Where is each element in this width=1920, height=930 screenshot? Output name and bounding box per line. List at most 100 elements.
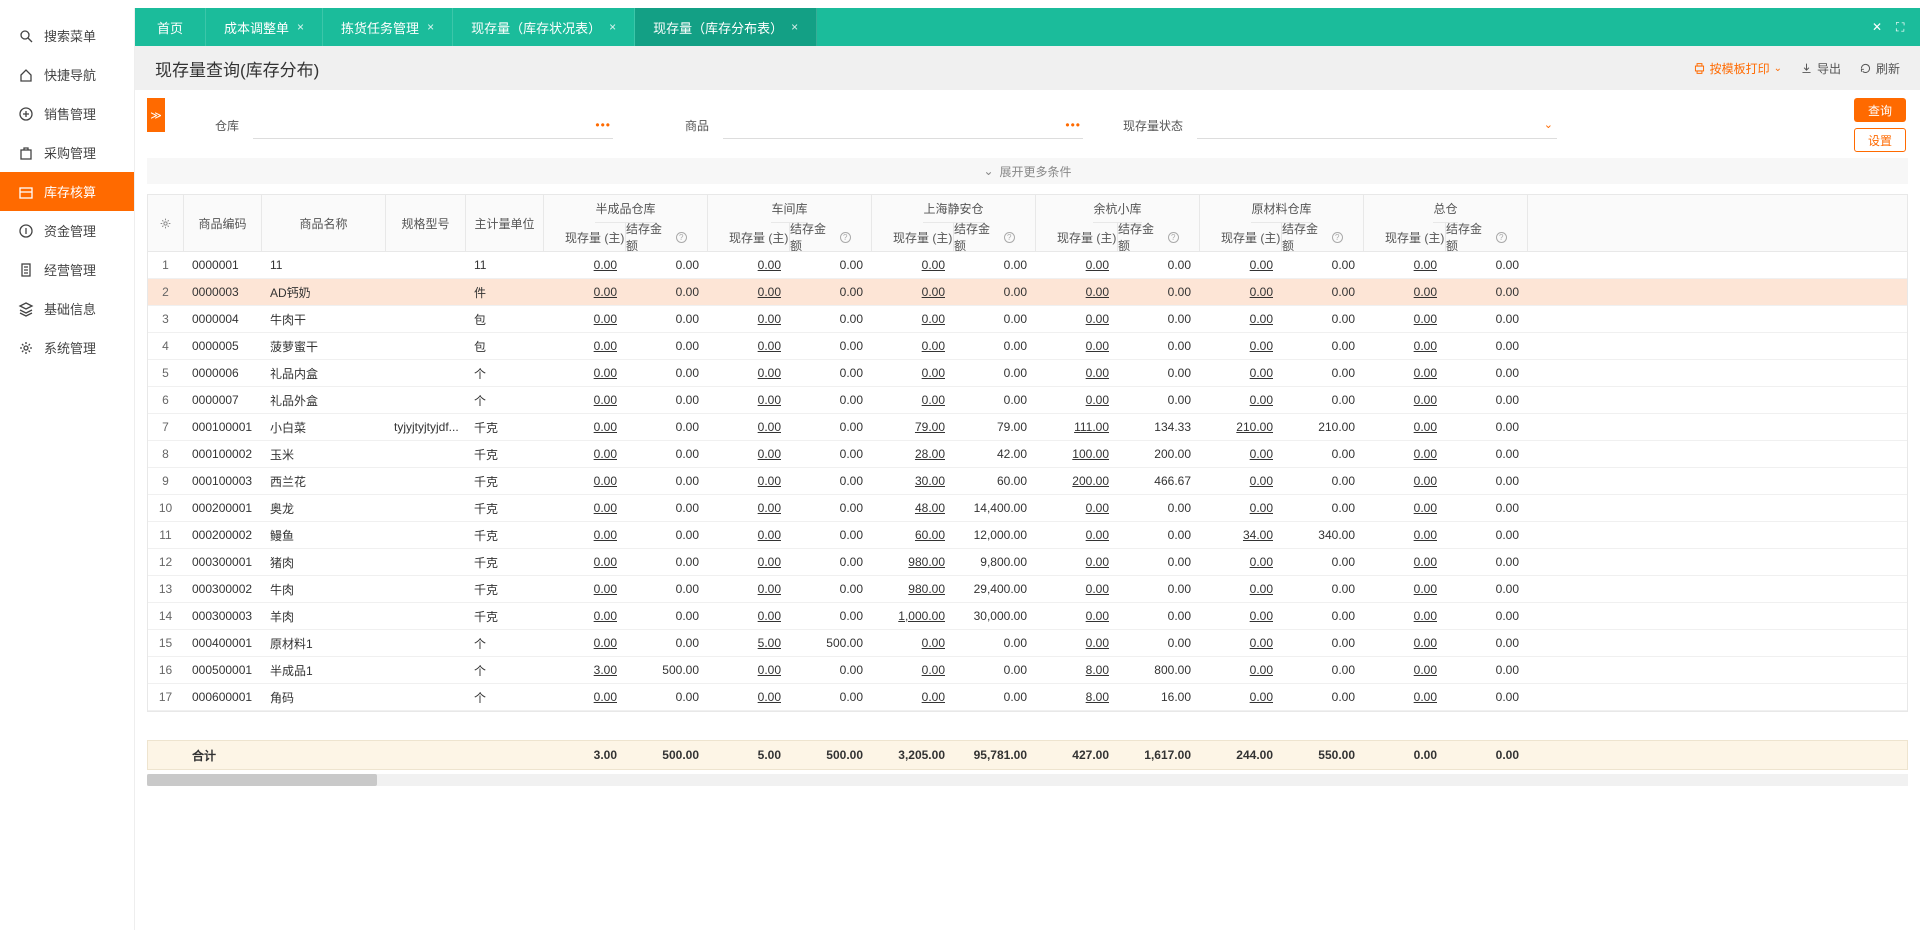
table-row[interactable]: 9000100003西兰花千克0.000.000.000.0030.0060.0… [148,468,1907,495]
cell-value[interactable]: 0.00 [544,630,626,656]
cell-value[interactable]: 0.00 [544,414,626,440]
settings-button[interactable]: 设置 [1854,128,1906,152]
cell-value[interactable]: 0.00 [872,657,954,683]
cell-value[interactable]: 0.00 [1364,360,1446,386]
table-row[interactable]: 60000007礼品外盒个0.000.000.000.000.000.000.0… [148,387,1907,414]
col-header-qty[interactable]: 现存量 (主) [1056,223,1118,251]
col-header-qty[interactable]: 现存量 (主) [1220,223,1282,251]
cell-value[interactable]: 0.00 [872,306,954,332]
tab-0[interactable]: 首页 [135,8,206,46]
cell-value[interactable]: 0.00 [544,441,626,467]
table-row[interactable]: 15000400001原材料1个0.000.005.00500.000.000.… [148,630,1907,657]
cell-value[interactable]: 0.00 [544,387,626,413]
cell-value[interactable]: 0.00 [1036,603,1118,629]
cell-value[interactable]: 0.00 [708,549,790,575]
cell-value[interactable]: 0.00 [544,360,626,386]
cell-value[interactable]: 0.00 [544,684,626,710]
tab-3[interactable]: 现存量（库存状况表）× [453,8,635,46]
cell-value[interactable]: 0.00 [544,279,626,305]
table-row[interactable]: 30000004牛肉干包0.000.000.000.000.000.000.00… [148,306,1907,333]
cell-value[interactable]: 0.00 [872,333,954,359]
col-header-code[interactable]: 商品编码 [184,195,262,251]
cell-value[interactable]: 100.00 [1036,441,1118,467]
table-row[interactable]: 20000003AD钙奶件0.000.000.000.000.000.000.0… [148,279,1907,306]
cell-value[interactable]: 3.00 [544,657,626,683]
cell-value[interactable]: 0.00 [1364,549,1446,575]
cell-value[interactable]: 0.00 [1036,360,1118,386]
cell-value[interactable]: 0.00 [1200,549,1282,575]
warehouse-input[interactable]: ••• [253,111,613,139]
table-row[interactable]: 17000600001角码个0.000.000.000.000.000.008.… [148,684,1907,711]
print-template-button[interactable]: 按模板打印 ⌄ [1693,60,1782,77]
cell-value[interactable]: 0.00 [1200,360,1282,386]
col-header-amt[interactable]: 结存金额? [1118,223,1179,251]
cell-value[interactable]: 0.00 [708,603,790,629]
cell-value[interactable]: 0.00 [1200,630,1282,656]
sidebar-item-3[interactable]: 采购管理 [0,133,134,172]
cell-value[interactable]: 0.00 [708,387,790,413]
cell-value[interactable]: 0.00 [1364,441,1446,467]
info-icon[interactable]: ? [676,232,687,243]
sidebar-item-2[interactable]: 销售管理 [0,94,134,133]
cell-value[interactable]: 0.00 [544,549,626,575]
cell-value[interactable]: 0.00 [708,495,790,521]
close-icon[interactable]: × [297,20,304,34]
table-row[interactable]: 14000300003羊肉千克0.000.000.000.001,000.003… [148,603,1907,630]
cell-value[interactable]: 48.00 [872,495,954,521]
cell-value[interactable]: 0.00 [1364,387,1446,413]
cell-value[interactable]: 0.00 [544,495,626,521]
warehouse-header[interactable]: 上海静安仓 [923,195,983,223]
cell-value[interactable]: 0.00 [1364,333,1446,359]
cell-value[interactable]: 60.00 [872,522,954,548]
col-header-qty[interactable]: 现存量 (主) [892,223,954,251]
cell-value[interactable]: 30.00 [872,468,954,494]
info-icon[interactable]: ? [1004,232,1015,243]
cell-value[interactable]: 0.00 [1200,495,1282,521]
cell-value[interactable]: 0.00 [1036,387,1118,413]
cell-value[interactable]: 28.00 [872,441,954,467]
cell-value[interactable]: 0.00 [544,522,626,548]
close-icon[interactable]: × [427,20,434,34]
query-button[interactable]: 查询 [1854,98,1906,122]
table-row[interactable]: 1000000111110.000.000.000.000.000.000.00… [148,252,1907,279]
col-header-amt[interactable]: 结存金额? [1446,223,1507,251]
info-icon[interactable]: ? [1168,232,1179,243]
col-header-qty[interactable]: 现存量 (主) [564,223,626,251]
ellipsis-icon[interactable]: ••• [595,118,611,132]
col-header-unit[interactable]: 主计量单位 [466,195,544,251]
cell-value[interactable]: 0.00 [708,657,790,683]
col-header-amt[interactable]: 结存金额? [790,223,851,251]
cell-value[interactable]: 0.00 [1200,603,1282,629]
cell-value[interactable]: 0.00 [1200,387,1282,413]
cell-value[interactable]: 0.00 [544,468,626,494]
cell-value[interactable]: 0.00 [708,252,790,278]
cell-value[interactable]: 0.00 [1200,333,1282,359]
cell-value[interactable]: 980.00 [872,576,954,602]
cell-value[interactable]: 0.00 [872,630,954,656]
cell-value[interactable]: 0.00 [1036,333,1118,359]
cell-value[interactable]: 0.00 [872,684,954,710]
cell-value[interactable]: 0.00 [1036,279,1118,305]
cell-value[interactable]: 0.00 [544,306,626,332]
cell-value[interactable]: 0.00 [872,387,954,413]
refresh-button[interactable]: 刷新 [1859,60,1900,77]
cell-value[interactable]: 0.00 [544,603,626,629]
cell-value[interactable]: 0.00 [1036,549,1118,575]
tab-1[interactable]: 成本调整单× [206,8,323,46]
close-icon[interactable]: × [791,20,798,34]
cell-value[interactable]: 0.00 [1364,522,1446,548]
horizontal-scrollbar[interactable] [147,774,1908,786]
cell-value[interactable]: 0.00 [872,279,954,305]
table-row[interactable]: 11000200002鳗鱼千克0.000.000.000.0060.0012,0… [148,522,1907,549]
cell-value[interactable]: 8.00 [1036,657,1118,683]
cell-value[interactable]: 0.00 [708,576,790,602]
export-button[interactable]: 导出 [1800,60,1841,77]
sidebar-item-7[interactable]: 基础信息 [0,289,134,328]
cell-value[interactable]: 0.00 [1364,684,1446,710]
warehouse-header[interactable]: 车间库 [771,195,807,223]
cell-value[interactable]: 0.00 [872,252,954,278]
table-row[interactable]: 7000100001小白菜tyjyjtyjtyjdf...千克0.000.000… [148,414,1907,441]
cell-value[interactable]: 0.00 [544,576,626,602]
close-icon[interactable]: × [609,20,616,34]
info-icon[interactable]: ? [840,232,851,243]
